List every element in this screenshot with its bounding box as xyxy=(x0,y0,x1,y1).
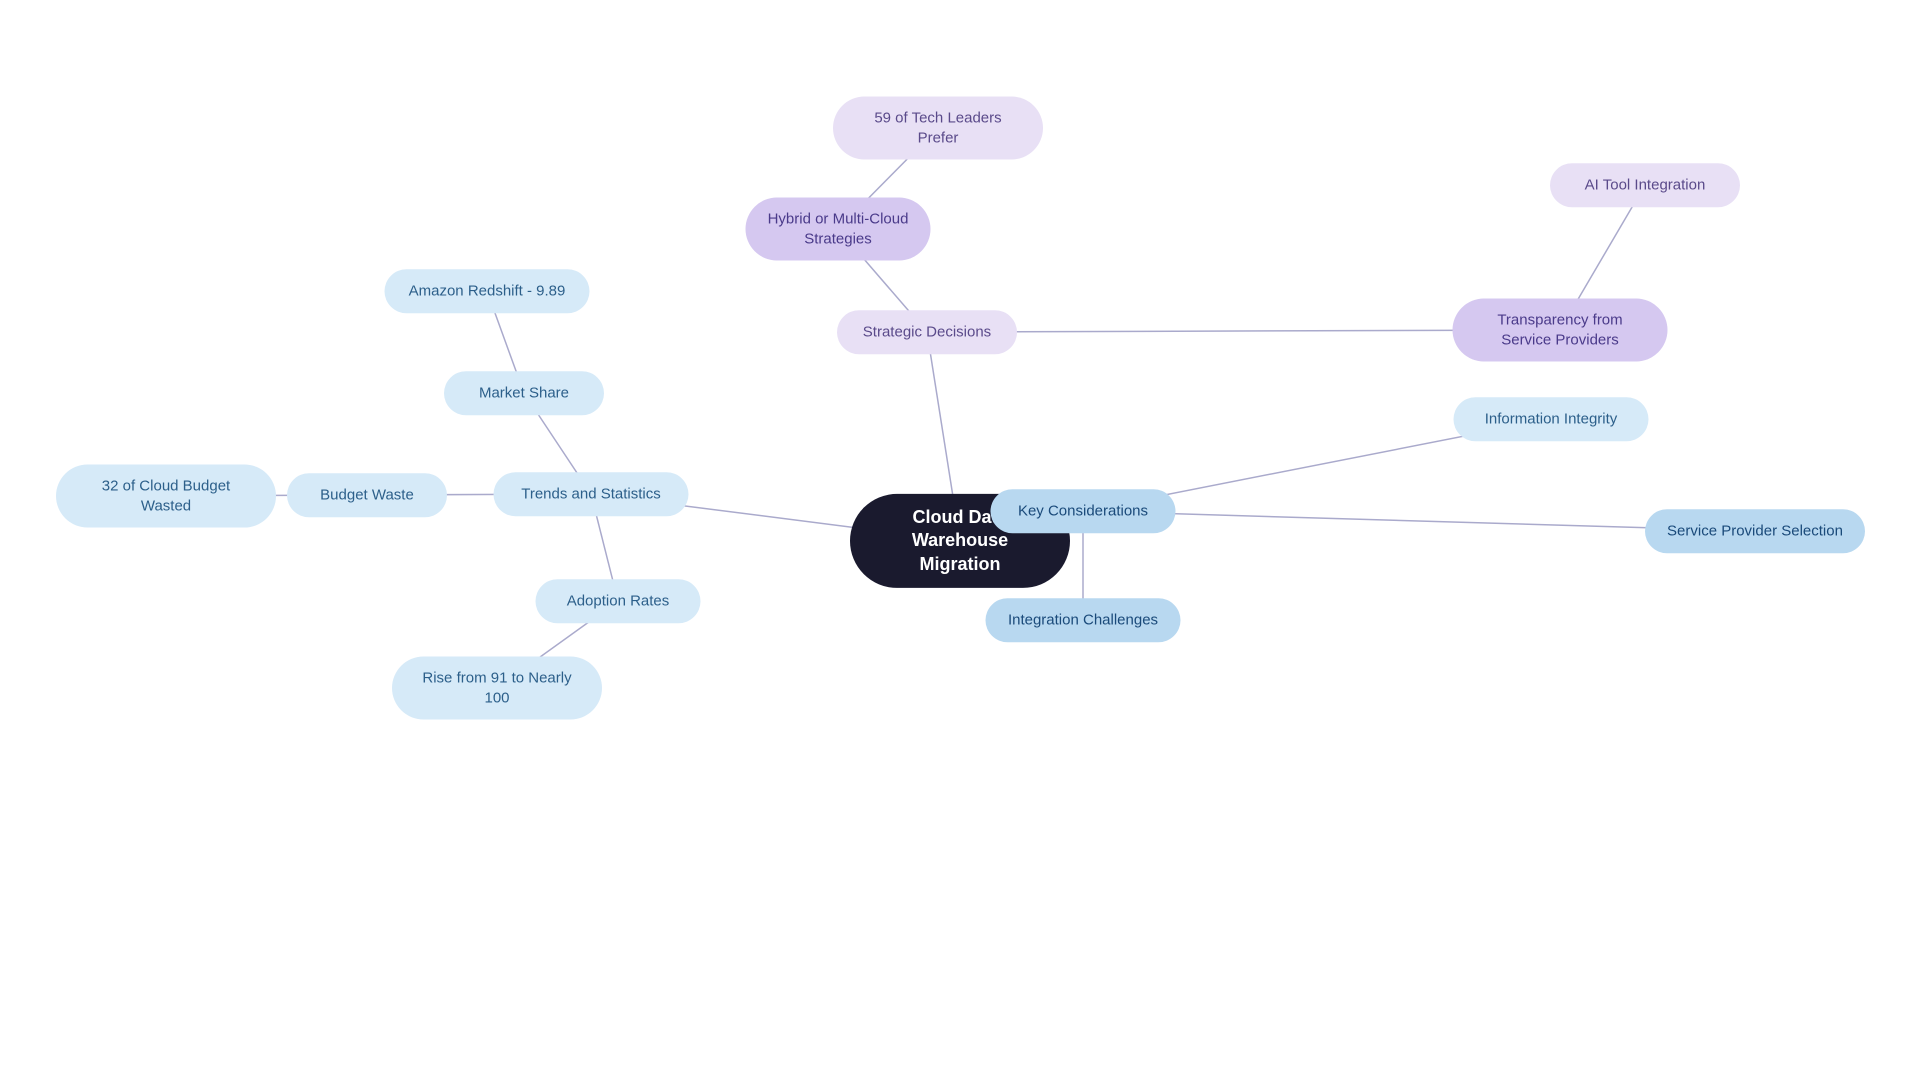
node-market_share[interactable]: Market Share xyxy=(444,371,604,415)
node-information_integrity[interactable]: Information Integrity xyxy=(1454,397,1649,441)
node-rise_from_91[interactable]: Rise from 91 to Nearly 100 xyxy=(392,657,602,720)
node-transparency[interactable]: Transparency from Service Providers xyxy=(1453,299,1668,362)
node-strategic_decisions[interactable]: Strategic Decisions xyxy=(837,310,1017,354)
node-tech_leaders_prefer[interactable]: 59 of Tech Leaders Prefer xyxy=(833,97,1043,160)
node-trends_statistics[interactable]: Trends and Statistics xyxy=(494,472,689,516)
node-amazon_redshift[interactable]: Amazon Redshift - 9.89 xyxy=(385,269,590,313)
node-key_considerations[interactable]: Key Considerations xyxy=(991,489,1176,533)
node-budget_waste[interactable]: Budget Waste xyxy=(287,473,447,517)
node-service_provider_selection[interactable]: Service Provider Selection xyxy=(1645,509,1865,553)
node-integration_challenges[interactable]: Integration Challenges xyxy=(986,598,1181,642)
mind-map-container: Cloud Data Warehouse MigrationStrategic … xyxy=(0,0,1920,1083)
node-adoption_rates[interactable]: Adoption Rates xyxy=(536,579,701,623)
node-hybrid_multi_cloud[interactable]: Hybrid or Multi-Cloud Strategies xyxy=(746,198,931,261)
node-cloud_budget_wasted[interactable]: 32 of Cloud Budget Wasted xyxy=(56,465,276,528)
node-ai_tool_integration[interactable]: AI Tool Integration xyxy=(1550,163,1740,207)
